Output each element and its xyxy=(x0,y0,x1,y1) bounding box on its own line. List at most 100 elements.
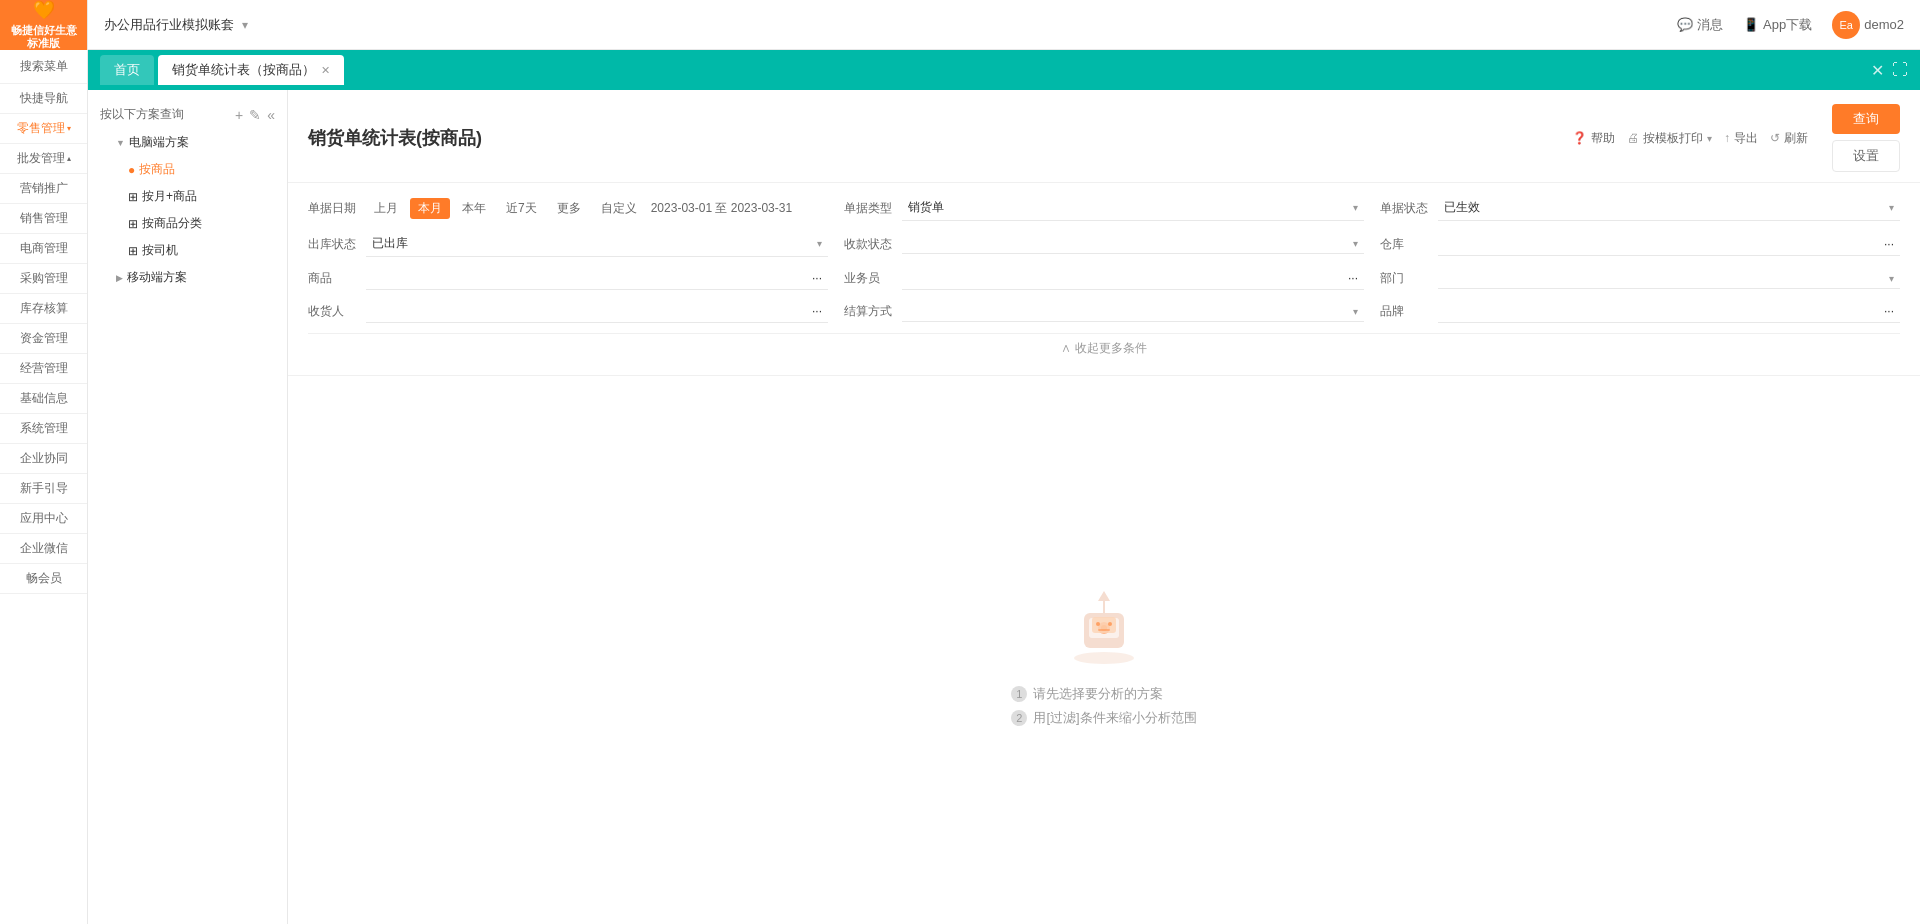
filter-doc-status: 单据状态 已生效 ▾ xyxy=(1380,195,1900,221)
date-tab-this-year[interactable]: 本年 xyxy=(454,198,494,219)
filter-row-2: 出库状态 已出库 ▾ 收款状态 ▾ 仓库 xyxy=(308,231,1900,257)
app-download-btn[interactable]: 📱 App下载 xyxy=(1743,16,1812,34)
filter-salesman-label: 业务员 xyxy=(844,270,894,287)
tree-node-mobile[interactable]: ▶ 移动端方案 xyxy=(88,264,287,291)
left-panel-title: 按以下方案查询 xyxy=(100,106,184,123)
filter-warehouse-select[interactable]: ··· xyxy=(1438,233,1900,256)
filter-doc-type-select[interactable]: 销货单 ▾ xyxy=(902,195,1364,221)
more-icon[interactable]: ··· xyxy=(1884,237,1894,251)
filter-brand-select[interactable]: ··· xyxy=(1438,300,1900,323)
tab-expand-btn[interactable]: ⛶ xyxy=(1892,61,1908,79)
sidebar-item-basic[interactable]: 基础信息 xyxy=(0,384,87,414)
tab-close-icon[interactable]: ✕ xyxy=(321,64,330,77)
page-title: 销货单统计表(按商品) xyxy=(308,126,482,150)
print-icon: 🖨 xyxy=(1627,131,1639,145)
query-button[interactable]: 查询 xyxy=(1832,104,1900,134)
sidebar-item-marketing[interactable]: 营销推广 xyxy=(0,174,87,204)
logo-text: 畅捷信好生意 xyxy=(11,24,77,37)
settings-button[interactable]: 设置 xyxy=(1832,140,1900,172)
sidebar-search[interactable]: 搜索菜单 xyxy=(0,50,87,84)
help-btn[interactable]: ❓ 帮助 xyxy=(1572,130,1615,147)
sidebar-item-wholesale[interactable]: 批发管理▴ xyxy=(0,144,87,174)
filter-salesman: 业务员 ··· xyxy=(844,267,1364,290)
message-btn[interactable]: 💬 消息 xyxy=(1677,16,1723,34)
chevron-down-icon: ▾ xyxy=(1889,273,1894,284)
sidebar-item-inventory[interactable]: 库存核算 xyxy=(0,294,87,324)
left-panel-header-actions: + ✎ « xyxy=(235,107,275,123)
tree-node-label: 按司机 xyxy=(142,242,178,259)
help-icon: ❓ xyxy=(1572,131,1587,145)
sidebar-item-wechat[interactable]: 企业微信 xyxy=(0,534,87,564)
sidebar-item-sales[interactable]: 销售管理 xyxy=(0,204,87,234)
sidebar-item-quick-nav[interactable]: 快捷导航 xyxy=(0,84,87,114)
tab-home[interactable]: 首页 xyxy=(100,55,154,85)
tree-node-desktop[interactable]: ▼ 电脑端方案 xyxy=(88,129,287,156)
date-tab-prev-month[interactable]: 上月 xyxy=(366,198,406,219)
tree-node-by-driver[interactable]: ⊞ 按司机 xyxy=(88,237,287,264)
left-panel: 按以下方案查询 + ✎ « ▼ 电脑端方案 ● 按商品 ⊞ 按月+商品 xyxy=(88,90,288,924)
filter-warehouse: 仓库 ··· xyxy=(1380,233,1900,256)
filter-payment-select[interactable]: ▾ xyxy=(902,302,1364,322)
filter-bar: 单据日期 上月 本月 本年 近7天 更多 自定义 2023-03-01 至 20… xyxy=(288,183,1920,376)
filter-receiver-select[interactable]: ··· xyxy=(366,300,828,323)
more-icon[interactable]: ··· xyxy=(812,271,822,285)
tree-node-by-category[interactable]: ⊞ 按商品分类 xyxy=(88,210,287,237)
sidebar-item-member[interactable]: 畅会员 xyxy=(0,564,87,594)
tree-node-by-month-goods[interactable]: ⊞ 按月+商品 xyxy=(88,183,287,210)
filter-row-1: 单据日期 上月 本月 本年 近7天 更多 自定义 2023-03-01 至 20… xyxy=(308,195,1900,221)
sidebar-item-enterprise[interactable]: 企业协同 xyxy=(0,444,87,474)
empty-tip-2: 2 用[过滤]条件来缩小分析范围 xyxy=(1011,709,1196,727)
edit-scheme-btn[interactable]: ✎ xyxy=(249,107,261,123)
sidebar-item-ecommerce[interactable]: 电商管理 xyxy=(0,234,87,264)
sidebar-item-system[interactable]: 系统管理 xyxy=(0,414,87,444)
tab-active[interactable]: 销货单统计表（按商品） ✕ xyxy=(158,55,344,85)
more-icon[interactable]: ··· xyxy=(812,304,822,318)
filter-out-status-select[interactable]: 已出库 ▾ xyxy=(366,231,828,257)
empty-state: 1 请先选择要分析的方案 2 用[过滤]条件来缩小分析范围 xyxy=(288,376,1920,924)
date-tab-7days[interactable]: 近7天 xyxy=(498,198,545,219)
sidebar-item-app[interactable]: 应用中心 xyxy=(0,504,87,534)
filter-goods-select[interactable]: ··· xyxy=(366,267,828,290)
filter-warehouse-label: 仓库 xyxy=(1380,236,1430,253)
date-tab-this-month[interactable]: 本月 xyxy=(410,198,450,219)
empty-tips: 1 请先选择要分析的方案 2 用[过滤]条件来缩小分析范围 xyxy=(1011,685,1196,727)
tree-node-by-goods[interactable]: ● 按商品 xyxy=(88,156,287,183)
empty-illustration xyxy=(1054,573,1154,673)
sidebar-item-retail[interactable]: 零售管理▾ xyxy=(0,114,87,144)
filter-doc-status-select[interactable]: 已生效 ▾ xyxy=(1438,195,1900,221)
action-buttons: 查询 设置 xyxy=(1832,104,1900,172)
add-scheme-btn[interactable]: + xyxy=(235,107,243,123)
user-menu[interactable]: Ea demo2 xyxy=(1832,11,1904,39)
tab-close-btn[interactable]: ✕ xyxy=(1871,61,1884,80)
doc-status-value: 已生效 xyxy=(1444,199,1480,216)
filter-brand-label: 品牌 xyxy=(1380,303,1430,320)
filter-salesman-select[interactable]: ··· xyxy=(902,267,1364,290)
collapse-panel-btn[interactable]: « xyxy=(267,107,275,123)
sidebar-item-finance[interactable]: 资金管理 xyxy=(0,324,87,354)
more-icon[interactable]: ··· xyxy=(1884,304,1894,318)
sidebar-item-guide[interactable]: 新手引导 xyxy=(0,474,87,504)
collapse-filter-btn[interactable]: ∧ 收起更多条件 xyxy=(308,333,1900,363)
svg-point-8 xyxy=(1096,622,1100,626)
filter-dept-label: 部门 xyxy=(1380,270,1430,287)
filter-doc-status-label: 单据状态 xyxy=(1380,200,1430,217)
tree-grid-icon: ⊞ xyxy=(128,217,138,231)
logo-subtext: 标准版 xyxy=(27,37,60,50)
tabbar: 首页 销货单统计表（按商品） ✕ ✕ ⛶ xyxy=(88,50,1920,90)
chevron-down-icon: ▾ xyxy=(1353,238,1358,249)
tip-num-2: 2 xyxy=(1011,710,1027,726)
filter-dept-select[interactable]: ▾ xyxy=(1438,269,1900,289)
refresh-btn[interactable]: ↺ 刷新 xyxy=(1770,130,1808,147)
sidebar-item-purchase[interactable]: 采购管理 xyxy=(0,264,87,294)
topbar-dropdown-icon[interactable]: ▾ xyxy=(242,18,248,32)
filter-receipt-status-select[interactable]: ▾ xyxy=(902,234,1364,254)
chevron-down-icon: ▾ xyxy=(1889,202,1894,213)
date-tab-custom[interactable]: 自定义 xyxy=(593,198,645,219)
empty-tip-1: 1 请先选择要分析的方案 xyxy=(1011,685,1196,703)
date-tab-more[interactable]: 更多 xyxy=(549,198,589,219)
tree-node-label: 按商品分类 xyxy=(142,215,202,232)
sidebar-item-management[interactable]: 经营管理 xyxy=(0,354,87,384)
more-icon[interactable]: ··· xyxy=(1348,271,1358,285)
print-btn[interactable]: 🖨 按模板打印 ▾ xyxy=(1627,130,1712,147)
export-btn[interactable]: ↑ 导出 xyxy=(1724,130,1758,147)
